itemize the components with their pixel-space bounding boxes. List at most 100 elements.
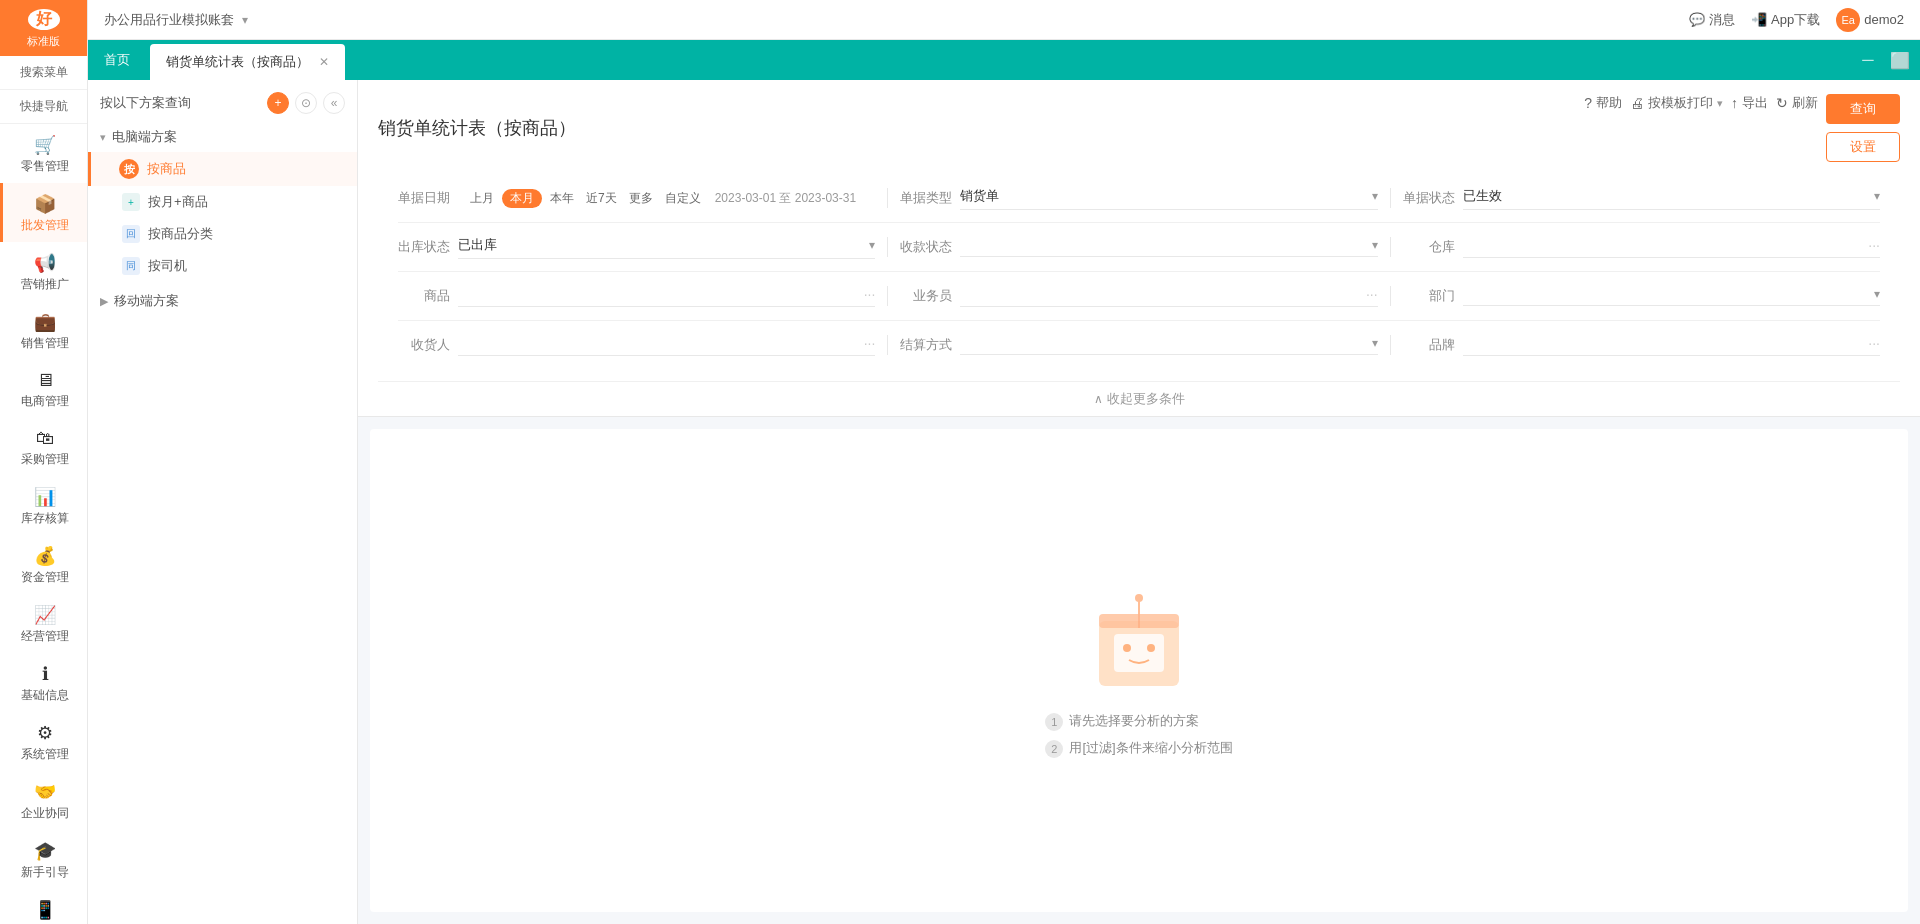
minimize-window-icon[interactable]: ─	[1856, 48, 1880, 72]
sidebar-item-retail[interactable]: 🛒 零售管理	[0, 124, 87, 183]
date-btn-custom[interactable]: 自定义	[661, 189, 705, 208]
pay-status-label: 收款状态	[900, 238, 960, 256]
sidebar-item-retail-label: 零售管理	[21, 158, 69, 175]
filter-out-status: 出库状态 已出库 ▾	[398, 231, 875, 263]
filter-warehouse: 仓库 ···	[1403, 231, 1880, 263]
print-button[interactable]: 🖨 按模板打印 ▾	[1630, 94, 1723, 112]
scheme-sub-item-monthly[interactable]: + 按月+商品	[88, 186, 357, 218]
print-label: 按模板打印	[1648, 94, 1713, 112]
filter-row-4: 收货人 ··· 结算方式 ▾	[398, 321, 1880, 369]
warehouse-label: 仓库	[1403, 238, 1463, 256]
topbar: 办公用品行业模拟账套 ▾ 💬 消息 📲 App下载 Ea demo2	[88, 0, 1920, 40]
sidebar-item-system[interactable]: ⚙ 系统管理	[0, 712, 87, 771]
sidebar-item-purchase-label: 采购管理	[21, 451, 69, 468]
quick-nav-item[interactable]: 快捷导航	[0, 90, 87, 124]
add-scheme-button[interactable]: +	[267, 92, 289, 114]
date-btn-more[interactable]: 更多	[625, 189, 657, 208]
base-info-icon: ℹ	[42, 663, 49, 685]
date-btn-this-month[interactable]: 本月	[502, 189, 542, 208]
query-button[interactable]: 查询	[1826, 94, 1900, 124]
goods-more-icon[interactable]: ···	[864, 286, 876, 302]
divider-5	[887, 286, 888, 306]
chevron-right-icon: ▶	[100, 295, 108, 308]
collapse-label: 收起更多条件	[1107, 390, 1185, 408]
salesman-label: 业务员	[900, 287, 960, 305]
message-label: 消息	[1709, 11, 1735, 29]
print-dropdown-icon[interactable]: ▾	[1717, 97, 1723, 110]
settings-button[interactable]: 设置	[1826, 132, 1900, 162]
svg-point-5	[1147, 644, 1155, 652]
mobile-scheme-group-header[interactable]: ▶ 移动端方案	[88, 286, 357, 316]
scheme-sub-item-driver[interactable]: 同 按司机	[88, 250, 357, 282]
app-download-button[interactable]: 📲 App下载	[1751, 11, 1820, 29]
workspace-dropdown-icon[interactable]: ▾	[242, 13, 248, 27]
tab-home[interactable]: 首页	[88, 40, 146, 80]
filter-goods: 商品 ···	[398, 280, 875, 312]
message-button[interactable]: 💬 消息	[1689, 11, 1735, 29]
page-header-top: 销货单统计表（按商品） ? 帮助 🖨 按模板打印 ▾ ↑	[378, 94, 1900, 162]
topbar-right: 💬 消息 📲 App下载 Ea demo2	[1689, 8, 1904, 32]
collapse-filters-button[interactable]: ∧ 收起更多条件	[378, 381, 1900, 416]
brand-more-icon[interactable]: ···	[1868, 335, 1880, 351]
sidebar-item-finance[interactable]: 💰 资金管理	[0, 535, 87, 594]
mobile-scheme-group-label: 移动端方案	[114, 292, 179, 310]
scheme-item-by-goods[interactable]: 按 按商品	[88, 152, 357, 186]
help-button[interactable]: ? 帮助	[1584, 94, 1622, 112]
pay-status-dropdown-icon[interactable]: ▾	[1372, 238, 1378, 252]
export-button[interactable]: ↑ 导出	[1731, 94, 1768, 112]
sidebar-item-purchase[interactable]: 🛍 采购管理	[0, 418, 87, 476]
sidebar-item-sales[interactable]: 💼 销售管理	[0, 301, 87, 360]
app-icon: 📱	[34, 899, 56, 921]
sidebar-item-guide[interactable]: 🎓 新手引导	[0, 830, 87, 889]
doc-status-dropdown-icon[interactable]: ▾	[1874, 189, 1880, 203]
date-label: 单据日期	[398, 189, 458, 207]
app-subtitle: 标准版	[27, 34, 60, 49]
doc-type-dropdown-icon[interactable]: ▾	[1372, 189, 1378, 203]
scheme-sub-item-category[interactable]: 回 按商品分类	[88, 218, 357, 250]
pc-scheme-group-header[interactable]: ▾ 电脑端方案	[88, 122, 357, 152]
divider-2	[1390, 188, 1391, 208]
refresh-button[interactable]: ↻ 刷新	[1776, 94, 1818, 112]
sidebar-item-marketing[interactable]: 📢 营销推广	[0, 242, 87, 301]
quick-nav-label: 快捷导航	[20, 99, 68, 113]
settle-dropdown-icon[interactable]: ▾	[1372, 336, 1378, 350]
user-avatar-button[interactable]: Ea demo2	[1836, 8, 1904, 32]
hint-num-1: 1	[1045, 713, 1063, 731]
sidebar-item-management[interactable]: 📈 经营管理	[0, 594, 87, 653]
out-status-dropdown-icon[interactable]: ▾	[869, 238, 875, 252]
svg-rect-3	[1114, 634, 1164, 672]
sidebar-item-base-info[interactable]: ℹ 基础信息	[0, 653, 87, 712]
sidebar-item-wholesale[interactable]: 📦 批发管理	[0, 183, 87, 242]
sidebar-item-ecommerce[interactable]: 🖥 电商管理	[0, 360, 87, 418]
filter-settle: 结算方式 ▾	[900, 329, 1377, 361]
copy-scheme-button[interactable]: ⊙	[295, 92, 317, 114]
date-btn-last-month[interactable]: 上月	[466, 189, 498, 208]
maximize-window-icon[interactable]: ⬜	[1888, 48, 1912, 72]
settle-label: 结算方式	[900, 336, 960, 354]
date-btn-7days[interactable]: 近7天	[582, 189, 621, 208]
filter-row-1: 单据日期 上月 本月 本年 近7天 更多 自定义 2023-03-01 至 20…	[398, 174, 1880, 223]
inventory-icon: 📊	[34, 486, 56, 508]
filter-doc-type: 单据类型 销货单 ▾	[900, 182, 1377, 214]
receiver-more-icon[interactable]: ···	[864, 335, 876, 351]
sidebar-item-collab[interactable]: 🤝 企业协同	[0, 771, 87, 830]
date-btn-this-year[interactable]: 本年	[546, 189, 578, 208]
close-tab-icon[interactable]: ✕	[319, 55, 329, 69]
filter-receiver: 收货人 ···	[398, 329, 875, 361]
empty-hint-text: 1 请先选择要分析的方案 2 用[过滤]条件来缩小分析范围	[1045, 712, 1232, 766]
scheme-dot: 按	[119, 159, 139, 179]
warehouse-more-icon[interactable]: ···	[1868, 237, 1880, 253]
sidebar-item-app[interactable]: 📱 应用中心	[0, 889, 87, 924]
dept-dropdown-icon[interactable]: ▾	[1874, 287, 1880, 301]
hint-text-1: 请先选择要分析的方案	[1069, 712, 1199, 730]
salesman-control: ···	[960, 286, 1377, 307]
tab-sales-stat[interactable]: 销货单统计表（按商品） ✕	[150, 44, 345, 80]
collapse-icon: ∧	[1094, 392, 1103, 406]
search-menu-item[interactable]: 搜索菜单	[0, 56, 87, 90]
svg-point-7	[1135, 594, 1143, 602]
sidebar-item-inventory[interactable]: 📊 库存核算	[0, 476, 87, 535]
pc-scheme-group: ▾ 电脑端方案 按 按商品 + 按月+商品 回 按商品分类	[88, 122, 357, 282]
collapse-panel-button[interactable]: «	[323, 92, 345, 114]
guide-icon: 🎓	[34, 840, 56, 862]
salesman-more-icon[interactable]: ···	[1366, 286, 1378, 302]
